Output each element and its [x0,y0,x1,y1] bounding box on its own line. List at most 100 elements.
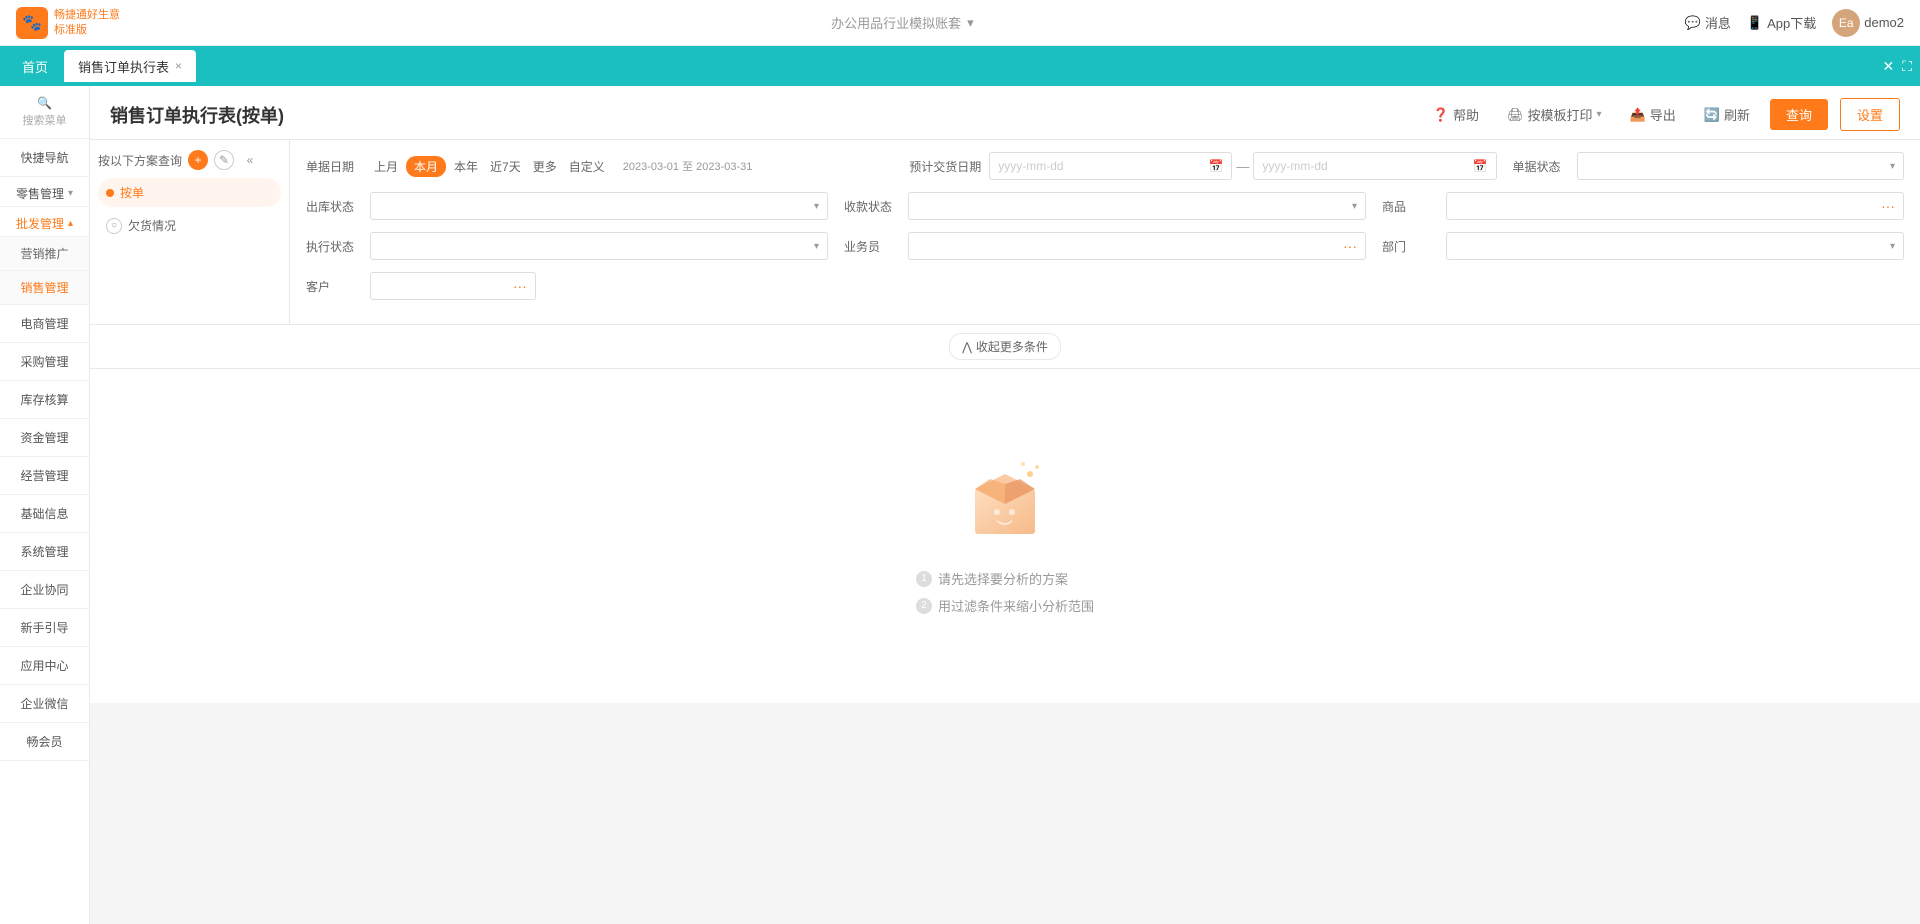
sidebar-item-inventory[interactable]: 库存核算 [0,381,89,419]
close-window-icon[interactable]: ✕ [1882,58,1894,75]
goods-dots-icon[interactable]: ··· [1881,198,1895,214]
collapse-button[interactable]: ⋀ 收起更多条件 [949,333,1061,360]
help-button[interactable]: ❓ 帮助 [1425,101,1487,128]
app-download-icon: 📱 [1747,15,1763,31]
salesman-dots-icon[interactable]: ··· [1343,238,1357,254]
maximize-icon[interactable]: ⛶ [1902,58,1912,75]
sidebar-item-wholesale[interactable]: 批发管理 ▴ [0,207,89,237]
sidebar-item-enterprise-wechat[interactable]: 企业微信 [0,685,89,723]
message-button[interactable]: 💬 消息 [1685,13,1731,32]
print-button[interactable]: 🖨 按模板打印 ▾ [1499,101,1610,128]
salesman-input[interactable]: ··· [908,232,1366,260]
filter-left: 按以下方案查询 + ✎ « 按单 ○ 欠货情况 [90,140,290,324]
date-tab-custom[interactable]: 自定义 [565,156,609,177]
exec-status-select[interactable]: ▾ [370,232,828,260]
logo-icon: 🐾 [16,7,48,39]
receive-status-field: 收款状态 ▾ [844,192,1366,220]
page-title: 销售订单执行表(按单) [110,102,284,128]
filter-row-1: 单据日期 上月 本月 本年 近7天 更多 自定义 2023-03-01 至 20… [306,152,1904,180]
sidebar-item-member[interactable]: 畅会员 [0,723,89,761]
sidebar-item-quick-nav[interactable]: 快捷导航 [0,139,89,177]
export-icon: 📤 [1630,107,1646,123]
date-tab-this-month[interactable]: 本月 [406,156,446,177]
page-header: 销售订单执行表(按单) ❓ 帮助 🖨 按模板打印 ▾ 📤 导出 🔄 刷新 [90,86,1920,140]
sidebar-item-purchase[interactable]: 采购管理 [0,343,89,381]
sidebar-item-retail[interactable]: 零售管理 ▾ [0,177,89,207]
empty-illustration [955,449,1055,549]
print-icon: 🖨 [1507,107,1524,123]
avatar: Ea [1832,9,1860,37]
top-bar-right: 💬 消息 📱 App下载 Ea demo2 [1685,9,1904,37]
filter-row-4: 客户 ··· [306,272,1904,300]
delivery-date-start[interactable]: yyyy-mm-dd 📅 [989,152,1232,180]
filter-panel: 按以下方案查询 + ✎ « 按单 ○ 欠货情况 [90,140,1920,325]
scheme-item-order[interactable]: 按单 [98,178,281,207]
tab-home[interactable]: 首页 [8,50,62,82]
user-avatar[interactable]: Ea demo2 [1832,9,1904,37]
settings-button[interactable]: 设置 [1840,98,1900,131]
refresh-button[interactable]: 🔄 刷新 [1696,101,1758,128]
receive-status-dropdown-icon: ▾ [1352,201,1357,212]
date-tab-7days[interactable]: 近7天 [486,156,525,177]
search-icon: 🔍 [37,96,52,110]
receive-status-label: 收款状态 [844,198,900,215]
export-button[interactable]: 📤 导出 [1622,101,1684,128]
exec-status-field: 执行状态 ▾ [306,232,828,260]
empty-tips: 1 请先选择要分析的方案 2 用过滤条件来缩小分析范围 [916,569,1094,623]
expected-delivery-field: 预计交货日期 yyyy-mm-dd 📅 — yyyy-mm-dd 📅 [909,152,1496,180]
bill-status-field: 单据状态 ▾ [1513,152,1905,180]
sidebar-item-ecommerce[interactable]: 电商管理 [0,305,89,343]
bill-status-select[interactable]: ▾ [1577,152,1905,180]
date-tab-last-month[interactable]: 上月 [370,156,402,177]
date-tabs: 上月 本月 本年 近7天 更多 自定义 [370,156,609,177]
tab-sales-order[interactable]: 销售订单执行表 × [64,50,196,82]
top-bar-left: 🐾 畅捷通好生意 标准版 [16,7,120,39]
filter-row-3: 执行状态 ▾ 业务员 ··· 部门 [306,232,1904,260]
bill-date-field: 单据日期 上月 本月 本年 近7天 更多 自定义 2023-03-01 至 20… [306,156,893,177]
empty-tip-2: 2 用过滤条件来缩小分析范围 [916,596,1094,615]
customer-input[interactable]: ··· [370,272,536,300]
print-dropdown-icon[interactable]: ▾ [1597,109,1602,120]
collapse-scheme-button[interactable]: « [240,150,260,170]
search-button[interactable]: 查询 [1770,99,1828,130]
logo-area: 🐾 畅捷通好生意 标准版 [16,7,120,39]
receive-status-select[interactable]: ▾ [908,192,1366,220]
customer-dots-icon[interactable]: ··· [513,278,527,294]
add-scheme-button[interactable]: + [188,150,208,170]
date-range-text: 2023-03-01 至 2023-03-31 [623,158,753,174]
dept-select[interactable]: ▾ [1446,232,1904,260]
tab-close-icon[interactable]: × [175,59,182,73]
nav-tabs-right: ✕ ⛶ [1882,58,1912,75]
sidebar-item-basic-info[interactable]: 基础信息 [0,495,89,533]
breadcrumb-arrow-icon[interactable]: ▾ [967,15,974,31]
salesman-field: 业务员 ··· [844,232,1366,260]
sidebar-item-newbie[interactable]: 新手引导 [0,609,89,647]
chevron-up-icon: ▴ [68,218,73,229]
sidebar-sub-item-sales[interactable]: 销售管理 [0,271,89,305]
empty-state: 1 请先选择要分析的方案 2 用过滤条件来缩小分析范围 [90,369,1920,703]
out-status-field: 出库状态 ▾ [306,192,828,220]
scheme-item-backorder[interactable]: ○ 欠货情况 [98,211,281,240]
sidebar-item-finance[interactable]: 资金管理 [0,419,89,457]
dept-field: 部门 ▾ [1382,232,1904,260]
app-download-button[interactable]: 📱 App下载 [1747,13,1816,32]
out-status-select[interactable]: ▾ [370,192,828,220]
sidebar-item-business[interactable]: 经营管理 [0,457,89,495]
sidebar-item-app-center[interactable]: 应用中心 [0,647,89,685]
customer-field: 客户 ··· [306,272,536,300]
date-tab-this-year[interactable]: 本年 [450,156,482,177]
sidebar-item-search[interactable]: 🔍 搜索菜单 [0,86,89,139]
sidebar-sub-item-marketing[interactable]: 营销推广 [0,237,89,271]
dept-dropdown-icon: ▾ [1890,241,1895,252]
goods-input[interactable]: ··· [1446,192,1904,220]
bill-date-label: 单据日期 [306,158,362,175]
date-tab-more[interactable]: 更多 [529,156,561,177]
sidebar-item-enterprise[interactable]: 企业协同 [0,571,89,609]
tip-num-1: 1 [916,571,932,587]
top-bar: 🐾 畅捷通好生意 标准版 办公用品行业模拟账套 ▾ 💬 消息 📱 App下载 E… [0,0,1920,46]
sidebar-item-system[interactable]: 系统管理 [0,533,89,571]
salesman-label: 业务员 [844,238,900,255]
edit-scheme-button[interactable]: ✎ [214,150,234,170]
refresh-icon: 🔄 [1704,107,1720,123]
delivery-date-end[interactable]: yyyy-mm-dd 📅 [1253,152,1496,180]
